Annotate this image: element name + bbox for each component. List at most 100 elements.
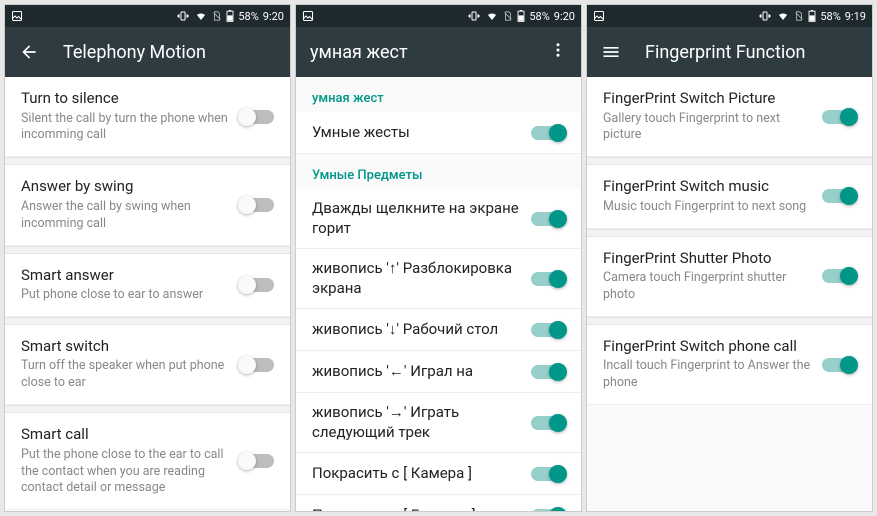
item-title: живопись '←' Играл на xyxy=(312,362,523,382)
toggle-switch[interactable] xyxy=(531,126,565,140)
phone-screen-2: 58% 9:20 умная жест умная жест Умные жес… xyxy=(295,4,582,512)
photo-icon xyxy=(302,10,314,22)
status-bar: 58% 9:19 xyxy=(587,5,872,27)
list-item[interactable]: Покрасить e [ Браузер ] xyxy=(296,495,581,511)
item-sub: Gallery touch Fingerprint to next pictur… xyxy=(603,111,814,145)
item-sub: Answer the call by swing when incomming … xyxy=(21,199,232,233)
wifi-icon xyxy=(194,10,208,22)
item-sub: Silent the call by turn the phone when i… xyxy=(21,111,232,145)
no-sim-icon xyxy=(212,10,222,22)
item-title: живопись '→' Играть следующий трек xyxy=(312,403,523,442)
answer-by-swing-row[interactable]: Answer by swingAnswer the call by swing … xyxy=(5,165,290,245)
battery-text: 58% xyxy=(238,10,258,23)
fingerprint-call-row[interactable]: FingerPrint Switch phone callIncall touc… xyxy=(587,325,872,405)
toggle-switch[interactable] xyxy=(240,358,274,372)
toggle-switch[interactable] xyxy=(531,272,565,286)
no-sim-icon xyxy=(794,10,804,22)
section-header: умная жест xyxy=(296,77,581,112)
list-item[interactable]: живопись '↓' Рабочий стол xyxy=(296,309,581,351)
item-title: Smart answer xyxy=(21,266,232,286)
photo-icon xyxy=(11,10,23,22)
item-title: Покрасить c [ Камера ] xyxy=(312,464,523,484)
page-title: Fingerprint Function xyxy=(645,42,858,63)
fingerprint-picture-row[interactable]: FingerPrint Switch PictureGallery touch … xyxy=(587,77,872,157)
toggle-switch[interactable] xyxy=(240,110,274,124)
item-title: живопись '↑' Разблокировка экрана xyxy=(312,259,523,298)
phone-screen-3: 58% 9:19 Fingerprint Function FingerPrin… xyxy=(586,4,873,512)
battery-icon xyxy=(226,10,234,22)
toggle-switch[interactable] xyxy=(531,365,565,379)
item-sub: Music touch Fingerprint to next song xyxy=(603,199,814,216)
fingerprint-music-row[interactable]: FingerPrint Switch music Music touch Fing… xyxy=(587,165,872,228)
battery-text: 58% xyxy=(529,10,549,23)
settings-list: Turn to silenceSilent the call by turn t… xyxy=(5,77,290,511)
clock-text: 9:20 xyxy=(554,10,575,23)
item-title: Turn to silence xyxy=(21,89,232,109)
item-sub: Camera touch Fingerprint shutter photo xyxy=(603,270,814,304)
status-bar: 58% 9:20 xyxy=(296,5,581,27)
status-bar: 58% 9:20 xyxy=(5,5,290,27)
list-item[interactable]: живопись '→' Играть следующий трек xyxy=(296,393,581,453)
toggle-switch[interactable] xyxy=(822,189,856,203)
item-sub: Put phone close to ear to answer xyxy=(21,287,232,304)
toggle-switch[interactable] xyxy=(822,110,856,124)
item-title: Дважды щелкните на экране горит xyxy=(312,199,523,238)
page-title: умная жест xyxy=(310,42,525,63)
list-item[interactable]: Дважды щелкните на экране горит xyxy=(296,189,581,249)
item-title: живопись '↓' Рабочий стол xyxy=(312,320,523,340)
toggle-switch[interactable] xyxy=(240,198,274,212)
item-title: Покрасить e [ Браузер ] xyxy=(312,506,523,511)
turn-to-silence-row[interactable]: Turn to silenceSilent the call by turn t… xyxy=(5,77,290,157)
no-sim-icon xyxy=(503,10,513,22)
toggle-switch[interactable] xyxy=(822,358,856,372)
item-title: Smart call xyxy=(21,425,232,445)
page-title: Telephony Motion xyxy=(63,42,276,63)
battery-icon xyxy=(808,10,816,22)
toggle-switch[interactable] xyxy=(531,212,565,226)
toggle-switch[interactable] xyxy=(240,454,274,468)
vibrate-icon xyxy=(758,10,772,22)
overflow-icon[interactable] xyxy=(549,41,567,63)
smart-gestures-row[interactable]: Умные жесты xyxy=(296,112,581,154)
toggle-switch[interactable] xyxy=(531,509,565,512)
list-item[interactable]: Покрасить c [ Камера ] xyxy=(296,453,581,495)
item-title: FingerPrint Switch music xyxy=(603,177,814,197)
item-title: Smart switch xyxy=(21,337,232,357)
item-title: Умные жесты xyxy=(312,123,523,143)
list-item[interactable]: живопись '←' Играл на xyxy=(296,351,581,393)
fingerprint-shutter-row[interactable]: FingerPrint Shutter PhotoCamera touch Fi… xyxy=(587,237,872,317)
toggle-switch[interactable] xyxy=(531,323,565,337)
divider xyxy=(587,229,872,237)
toggle-switch[interactable] xyxy=(531,467,565,481)
item-title: FingerPrint Switch phone call xyxy=(603,337,814,357)
battery-text: 58% xyxy=(820,10,840,23)
toggle-switch[interactable] xyxy=(240,278,274,292)
smart-switch-row[interactable]: Smart switchTurn off the speaker when pu… xyxy=(5,325,290,405)
clock-text: 9:19 xyxy=(845,10,866,23)
smart-call-row[interactable]: Smart callPut the phone close to the ear… xyxy=(5,413,290,510)
toggle-switch[interactable] xyxy=(822,269,856,283)
item-sub: Incall touch Fingerprint to Answer the p… xyxy=(603,358,814,392)
item-sub: Turn off the speaker when put phone clos… xyxy=(21,358,232,392)
hamburger-icon[interactable] xyxy=(601,42,621,62)
divider xyxy=(5,157,290,165)
item-title: FingerPrint Shutter Photo xyxy=(603,249,814,269)
back-icon[interactable] xyxy=(19,42,39,62)
settings-list: FingerPrint Switch PictureGallery touch … xyxy=(587,77,872,511)
toggle-switch[interactable] xyxy=(531,416,565,430)
app-bar: Telephony Motion xyxy=(5,27,290,77)
app-bar: Fingerprint Function xyxy=(587,27,872,77)
divider xyxy=(587,317,872,325)
divider xyxy=(5,405,290,413)
app-bar: умная жест xyxy=(296,27,581,77)
item-title: FingerPrint Switch Picture xyxy=(603,89,814,109)
vibrate-icon xyxy=(176,10,190,22)
divider xyxy=(5,317,290,325)
phone-screen-1: 58% 9:20 Telephony Motion Turn to silenc… xyxy=(4,4,291,512)
item-title: Answer by swing xyxy=(21,177,232,197)
smart-answer-row[interactable]: Smart answerPut phone close to ear to an… xyxy=(5,254,290,317)
clock-text: 9:20 xyxy=(263,10,284,23)
battery-icon xyxy=(517,10,525,22)
list-item[interactable]: живопись '↑' Разблокировка экрана xyxy=(296,249,581,309)
section-header: Умные Предметы xyxy=(296,154,581,189)
